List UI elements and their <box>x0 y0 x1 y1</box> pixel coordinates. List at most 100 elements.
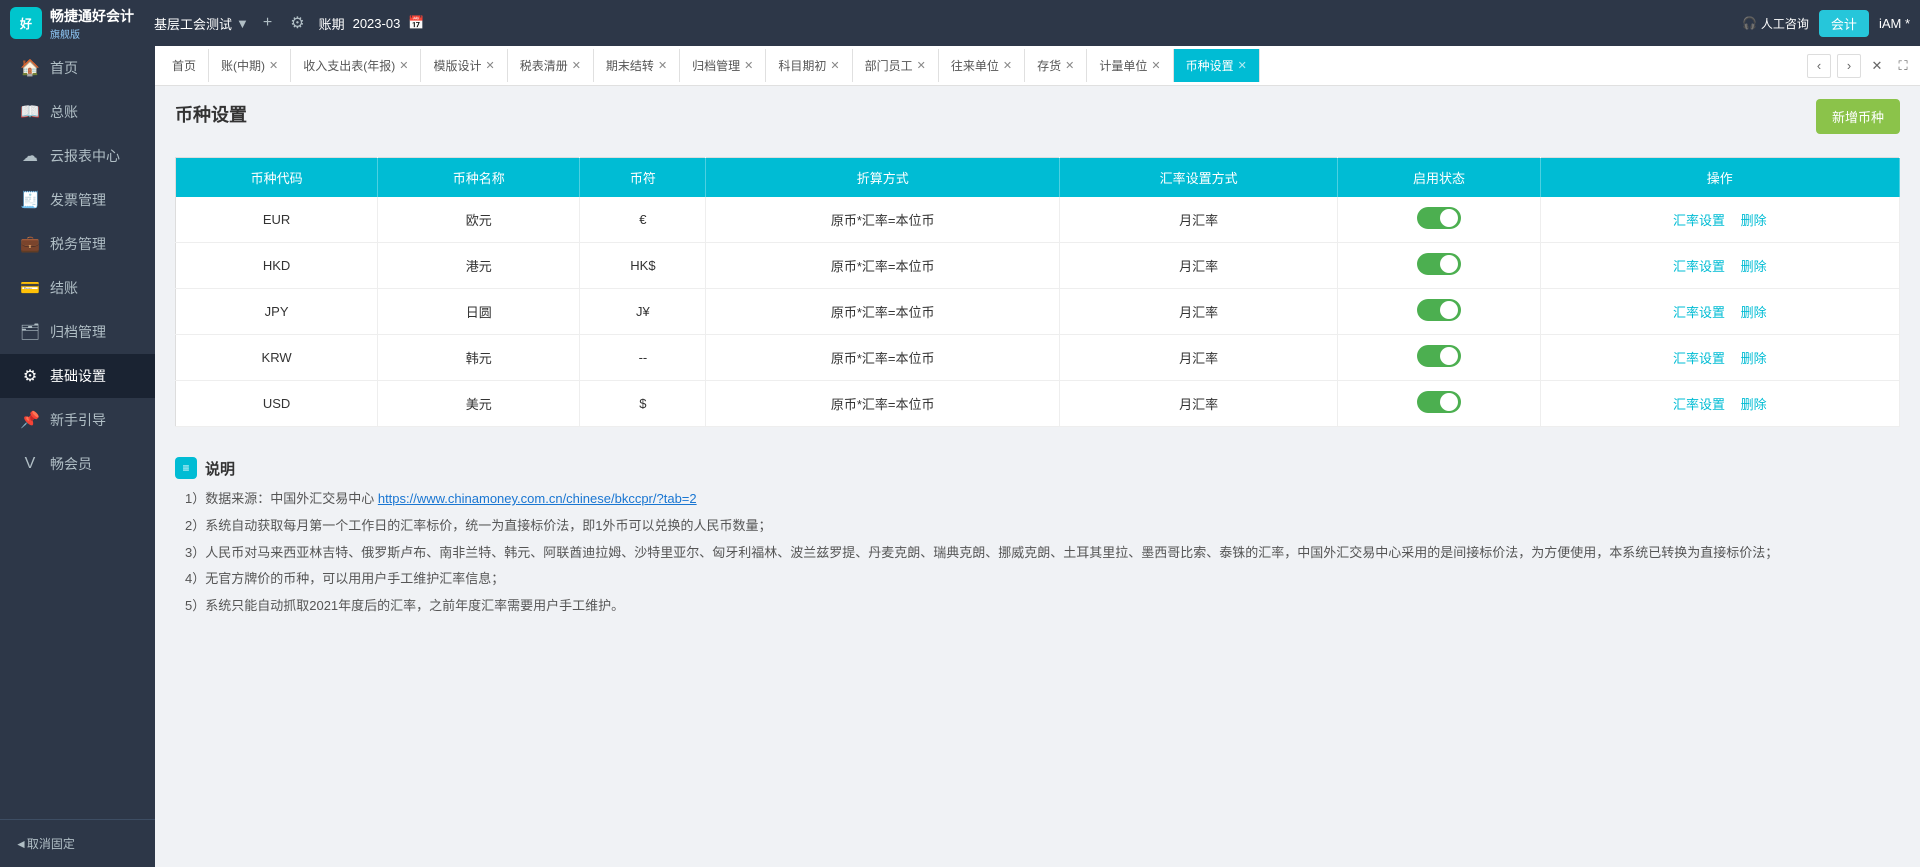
tab-close-tax[interactable]: ✕ <box>572 59 581 72</box>
sidebar-nav: 🏠 首页 📖 总账 ☁ 云报表中心 🧾 发票管理 💼 税务管理 💳 结账 🗂 归… <box>0 46 155 486</box>
toggle-track-1 <box>1417 253 1461 275</box>
tab-close-period[interactable]: ✕ <box>269 59 278 72</box>
tab-archive[interactable]: 归档管理 ✕ <box>680 49 766 82</box>
consult-button[interactable]: 🎧 人工咨询 <box>1742 15 1809 32</box>
tab-controls: ‹ › ✕ ⛶ <box>1805 54 1915 78</box>
new-currency-button[interactable]: 新增币种 <box>1816 99 1900 134</box>
tab-close-measure[interactable]: ✕ <box>1151 59 1160 72</box>
sidebar-icon-guide: 📌 <box>20 410 40 430</box>
toggle-1[interactable] <box>1417 253 1461 275</box>
tab-tax[interactable]: 税表清册 ✕ <box>508 49 594 82</box>
delete-link-0[interactable]: 删除 <box>1741 213 1767 228</box>
sidebar-item-reports[interactable]: ☁ 云报表中心 <box>0 134 155 178</box>
cell-code-1: HKD <box>176 243 378 289</box>
tab-close-period_end[interactable]: ✕ <box>658 59 667 72</box>
settings-icon[interactable]: ⚙ <box>286 9 308 37</box>
top-bar: 好 畅捷通好会计 旗舰版 基层工会测试 ▼ + ⚙ 账期 2023-03 📅 🎧… <box>0 0 1920 46</box>
sidebar-label-member: 畅会员 <box>50 454 92 474</box>
tab-expand-button[interactable]: ⛶ <box>1891 54 1915 78</box>
tab-units[interactable]: 往来单位 ✕ <box>939 49 1025 82</box>
tab-close-currency[interactable]: ✕ <box>1238 59 1247 72</box>
toggle-3[interactable] <box>1417 345 1461 367</box>
note-item-2: 3）人民币对马来西亚林吉特、俄罗斯卢布、南非兰特、韩元、阿联酋迪拉姆、沙特里亚尔… <box>185 543 1900 564</box>
tab-close-dept[interactable]: ✕ <box>917 59 926 72</box>
app-sub: 旗舰版 <box>50 26 134 41</box>
notes-url-link[interactable]: https://www.chinamoney.com.cn/chinese/bk… <box>378 491 697 506</box>
tab-close-subjects[interactable]: ✕ <box>830 59 839 72</box>
tab-close-income[interactable]: ✕ <box>399 59 408 72</box>
sidebar-icon-home: 🏠 <box>20 58 40 78</box>
rate-setting-link-2[interactable]: 汇率设置 <box>1673 305 1725 320</box>
accounting-button[interactable]: 会计 <box>1819 10 1869 37</box>
pin-toggle-button[interactable]: ◄取消固定 <box>15 835 140 852</box>
sidebar-label-reports: 云报表中心 <box>50 146 120 166</box>
sidebar-item-settings[interactable]: ⚙ 基础设置 <box>0 354 155 398</box>
calendar-icon[interactable]: 📅 <box>408 15 424 31</box>
note-item-4: 5）系统只能自动抓取2021年度后的汇率，之前年度汇率需要用户手工维护。 <box>185 596 1900 617</box>
col-header-币符: 币符 <box>580 158 706 198</box>
tab-inventory[interactable]: 存货 ✕ <box>1025 49 1087 82</box>
sidebar-item-home[interactable]: 🏠 首页 <box>0 46 155 90</box>
tab-template[interactable]: 模版设计 ✕ <box>421 49 507 82</box>
tab-currency[interactable]: 币种设置 ✕ <box>1174 49 1260 82</box>
delete-link-1[interactable]: 删除 <box>1741 259 1767 274</box>
rate-setting-link-4[interactable]: 汇率设置 <box>1673 397 1725 412</box>
delete-link-4[interactable]: 删除 <box>1741 397 1767 412</box>
page-content: 币种设置 新增币种 币种代码币种名称币符折算方式汇率设置方式启用状态操作 EUR… <box>155 86 1920 867</box>
tab-close-template[interactable]: ✕ <box>485 59 494 72</box>
sidebar-label-ledger: 总账 <box>50 102 78 122</box>
add-icon[interactable]: + <box>259 10 276 36</box>
company-name[interactable]: 基层工会测试 ▼ <box>154 14 249 33</box>
sidebar-icon-ledger: 📖 <box>20 102 40 122</box>
tab-close-inventory[interactable]: ✕ <box>1065 59 1074 72</box>
top-bar-middle: 基层工会测试 ▼ + ⚙ 账期 2023-03 📅 <box>134 9 1742 37</box>
sidebar-item-checkout[interactable]: 💳 结账 <box>0 266 155 310</box>
cell-calc-1: 原币*汇率=本位币 <box>706 243 1060 289</box>
col-header-币种代码: 币种代码 <box>176 158 378 198</box>
cell-code-2: JPY <box>176 289 378 335</box>
sidebar-footer: ◄取消固定 <box>0 819 155 867</box>
sidebar-label-tax: 税务管理 <box>50 234 106 254</box>
tab-period_end[interactable]: 期末结转 ✕ <box>594 49 680 82</box>
toggle-4[interactable] <box>1417 391 1461 413</box>
delete-link-2[interactable]: 删除 <box>1741 305 1767 320</box>
tab-close-units[interactable]: ✕ <box>1003 59 1012 72</box>
sidebar-item-tax[interactable]: 💼 税务管理 <box>0 222 155 266</box>
sidebar-item-guide[interactable]: 📌 新手引导 <box>0 398 155 442</box>
tab-dept[interactable]: 部门员工 ✕ <box>853 49 939 82</box>
sidebar-item-ledger[interactable]: 📖 总账 <box>0 90 155 134</box>
toggle-0[interactable] <box>1417 207 1461 229</box>
tab-close-archive[interactable]: ✕ <box>744 59 753 72</box>
sidebar-item-invoice[interactable]: 🧾 发票管理 <box>0 178 155 222</box>
tab-income[interactable]: 收入支出表(年报) ✕ <box>291 49 421 82</box>
delete-link-3[interactable]: 删除 <box>1741 351 1767 366</box>
table-row: KRW韩元--原币*汇率=本位币月汇率 汇率设置 删除 <box>176 335 1900 381</box>
cell-enabled-1 <box>1338 243 1540 289</box>
cell-calc-3: 原币*汇率=本位币 <box>706 335 1060 381</box>
sidebar-item-member[interactable]: V 畅会员 <box>0 442 155 486</box>
rate-setting-link-0[interactable]: 汇率设置 <box>1673 213 1725 228</box>
tab-label-currency: 币种设置 <box>1186 57 1234 74</box>
cell-actions-0: 汇率设置 删除 <box>1540 197 1899 243</box>
table-row: EUR欧元€原币*汇率=本位币月汇率 汇率设置 删除 <box>176 197 1900 243</box>
tab-next-button[interactable]: › <box>1837 54 1861 78</box>
col-header-启用状态: 启用状态 <box>1338 158 1540 198</box>
cell-actions-3: 汇率设置 删除 <box>1540 335 1899 381</box>
tab-close-all-button[interactable]: ✕ <box>1865 54 1889 78</box>
tab-subjects[interactable]: 科目期初 ✕ <box>766 49 852 82</box>
tab-bar: 首页账(中期) ✕收入支出表(年报) ✕模版设计 ✕税表清册 ✕期末结转 ✕归档… <box>155 46 1920 86</box>
rate-setting-link-1[interactable]: 汇率设置 <box>1673 259 1725 274</box>
toggle-thumb-0 <box>1440 209 1458 227</box>
dropdown-icon[interactable]: ▼ <box>236 16 249 31</box>
cell-rate-method-2: 月汇率 <box>1059 289 1337 335</box>
tab-period[interactable]: 账(中期) ✕ <box>209 49 291 82</box>
tab-measure[interactable]: 计量单位 ✕ <box>1087 49 1173 82</box>
cell-enabled-0 <box>1338 197 1540 243</box>
rate-setting-link-3[interactable]: 汇率设置 <box>1673 351 1725 366</box>
cell-name-3: 韩元 <box>378 335 580 381</box>
sidebar-item-archive[interactable]: 🗂 归档管理 <box>0 310 155 354</box>
toggle-2[interactable] <box>1417 299 1461 321</box>
sidebar-icon-archive: 🗂 <box>20 322 40 342</box>
tab-prev-button[interactable]: ‹ <box>1807 54 1831 78</box>
tab-home[interactable]: 首页 <box>160 49 209 82</box>
